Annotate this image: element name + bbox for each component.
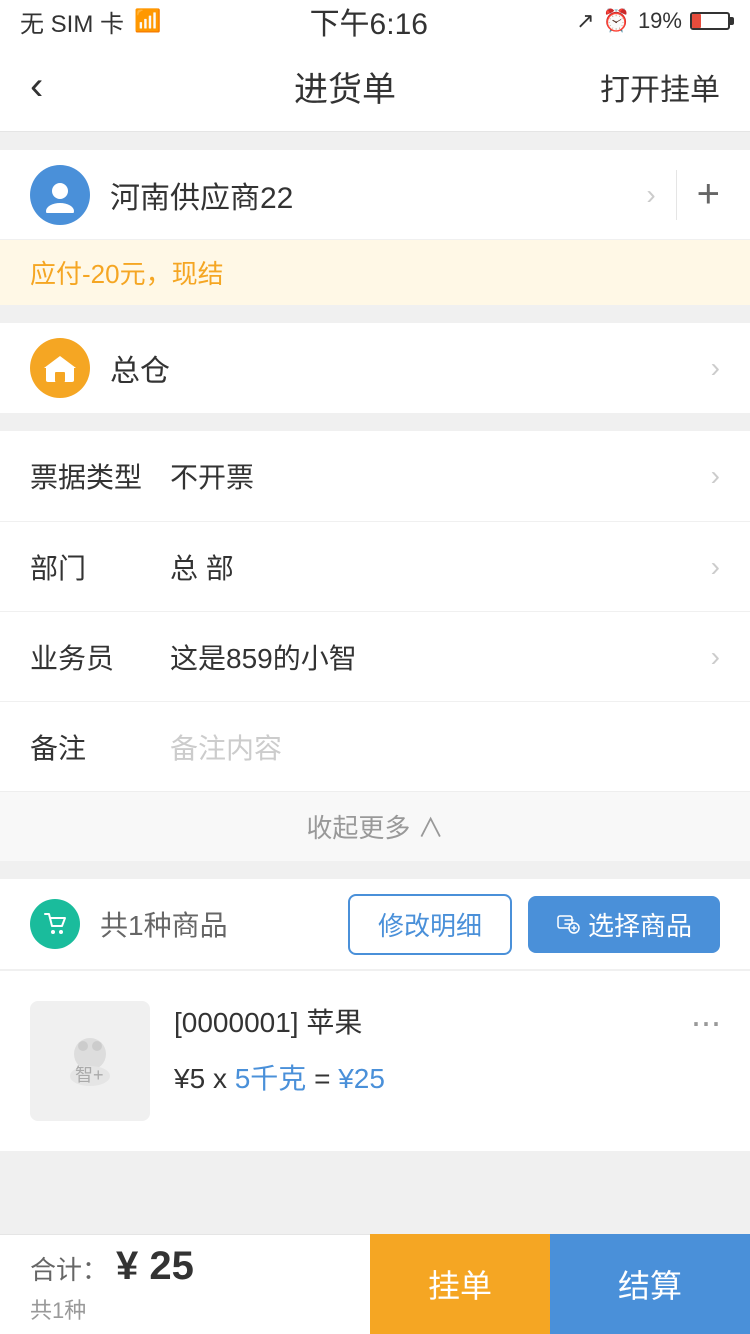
notice-bar: 应付-20元，现结: [0, 240, 750, 305]
product-info: [0000001] 苹果 ¥5 x 5千克 = ¥25: [174, 1001, 690, 1097]
cart-icon: [30, 899, 80, 949]
back-button[interactable]: ‹: [30, 64, 90, 109]
time-display: 下午6:16: [310, 0, 428, 43]
battery-percent: 19%: [638, 8, 682, 34]
alarm-icon: ⏰: [603, 8, 630, 34]
sales-row[interactable]: 业务员 这是859的小智 ›: [0, 611, 750, 701]
form-card: 票据类型 不开票 › 部门 总 部 › 业务员 这是859的小智 › 备注 备注…: [0, 431, 750, 861]
section-gap-3: [0, 413, 750, 431]
total-label: 合计：: [30, 1250, 108, 1287]
invoice-value: 不开票: [170, 456, 701, 496]
sales-value: 这是859的小智: [170, 637, 701, 677]
price-separator: x: [213, 1063, 235, 1094]
equals-sign: =: [314, 1063, 338, 1094]
collapse-button[interactable]: 收起更多 ∧: [0, 791, 750, 861]
product-header: 共1种商品 修改明细 选择商品: [0, 879, 750, 969]
select-product-button[interactable]: 选择商品: [528, 896, 720, 953]
supplier-avatar: [30, 165, 90, 225]
page-title: 进货单: [294, 62, 396, 111]
bottom-bar: 合计： ¥ 25 共1种 挂单 结算: [0, 1234, 750, 1334]
price-unit: ¥5: [174, 1063, 205, 1094]
product-code: [0000001]: [174, 1007, 299, 1038]
svg-text:智+: 智+: [75, 1065, 104, 1085]
chevron-right-icon-3: ›: [711, 460, 720, 492]
product-count: 共1种商品: [100, 904, 348, 944]
hang-button[interactable]: 挂单: [370, 1234, 550, 1334]
total-section: 合计： ¥ 25 共1种: [0, 1234, 370, 1334]
supplier-row[interactable]: 河南供应商22 › +: [0, 150, 750, 240]
remark-input[interactable]: 备注内容: [170, 727, 720, 767]
product-price: ¥5 x 5千克 = ¥25: [174, 1057, 690, 1097]
product-name-zh: 苹果: [306, 1007, 362, 1038]
section-gap-2: [0, 305, 750, 323]
chevron-right-icon-2: ›: [711, 352, 720, 384]
warehouse-card: 总仓 ›: [0, 323, 750, 413]
status-left: 无 SIM 卡 📶: [20, 4, 161, 39]
invoice-label: 票据类型: [30, 456, 170, 496]
carrier-text: 无 SIM 卡: [20, 4, 124, 39]
section-gap-4: [0, 861, 750, 879]
dept-value: 总 部: [170, 547, 701, 587]
status-bar: 无 SIM 卡 📶 下午6:16 ↗ ⏰ 19%: [0, 0, 750, 42]
status-right: ↗ ⏰ 19%: [576, 8, 730, 34]
chevron-right-icon-5: ›: [711, 641, 720, 673]
select-product-label: 选择商品: [588, 906, 692, 943]
product-item: 智+ [0000001] 苹果 ¥5 x 5千克 = ¥25 ···: [0, 971, 750, 1151]
product-name: [0000001] 苹果: [174, 1001, 690, 1041]
dept-row[interactable]: 部门 总 部 ›: [0, 521, 750, 611]
vertical-divider: [676, 170, 677, 220]
product-thumbnail: 智+: [30, 1001, 150, 1121]
chevron-right-icon-4: ›: [711, 551, 720, 583]
wifi-icon: 📶: [134, 8, 161, 34]
section-gap-1: [0, 132, 750, 150]
product-qty: 5千克: [235, 1063, 307, 1094]
remark-row[interactable]: 备注 备注内容: [0, 701, 750, 791]
edit-detail-button[interactable]: 修改明细: [348, 894, 512, 955]
location-icon: ↗: [576, 8, 594, 34]
total-sub: 共1种: [30, 1293, 340, 1325]
warehouse-name: 总仓: [110, 346, 701, 390]
checkout-button[interactable]: 结算: [550, 1234, 750, 1334]
total-amount: ¥ 25: [116, 1244, 194, 1289]
more-button[interactable]: ···: [690, 1001, 720, 1043]
nav-bar: ‹ 进货单 打开挂单: [0, 42, 750, 132]
open-pending-button[interactable]: 打开挂单: [600, 65, 720, 109]
warehouse-row[interactable]: 总仓 ›: [0, 323, 750, 413]
add-button[interactable]: +: [697, 172, 720, 217]
sales-label: 业务员: [30, 637, 170, 677]
invoice-row[interactable]: 票据类型 不开票 ›: [0, 431, 750, 521]
product-total: ¥25: [338, 1063, 385, 1094]
chevron-right-icon: ›: [646, 179, 655, 211]
warehouse-icon: [30, 338, 90, 398]
total-row: 合计： ¥ 25: [30, 1244, 340, 1289]
dept-label: 部门: [30, 547, 170, 587]
remark-label: 备注: [30, 727, 170, 767]
supplier-card: 河南供应商22 › + 应付-20元，现结: [0, 150, 750, 305]
supplier-name: 河南供应商22: [110, 173, 636, 217]
battery-icon: [690, 12, 730, 30]
